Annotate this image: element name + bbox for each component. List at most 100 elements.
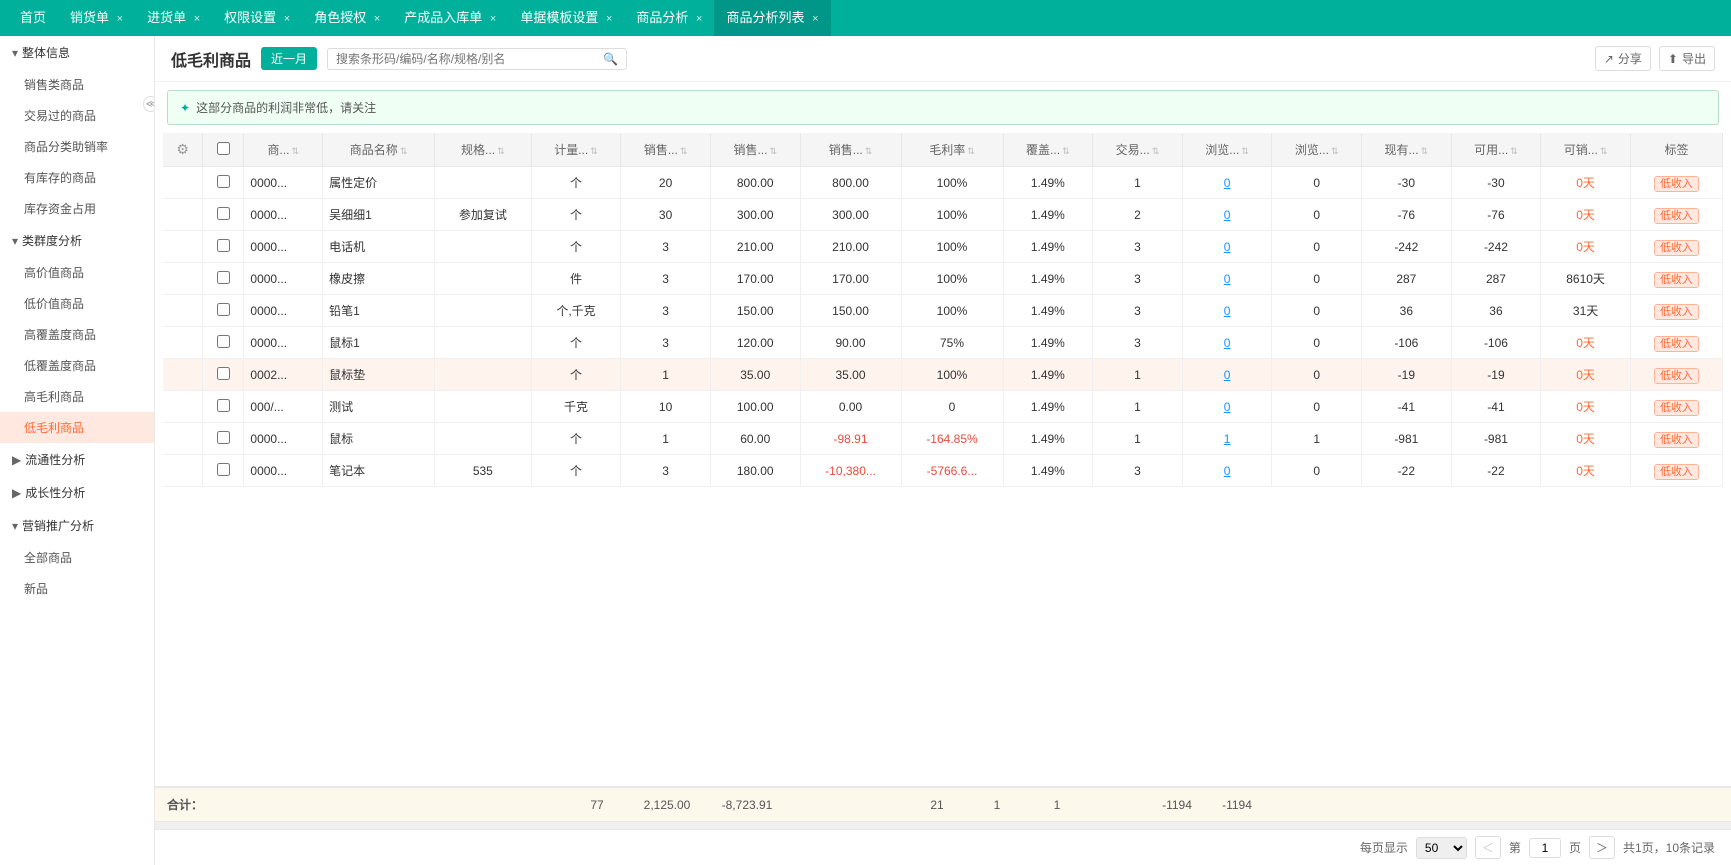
row-views1[interactable]: 0 <box>1182 263 1272 295</box>
col-gross-rate[interactable]: 毛利率⇅ <box>901 133 1003 167</box>
row-views1[interactable]: 0 <box>1182 455 1272 487</box>
nav-analysis-list[interactable]: 商品分析列表 × <box>714 0 830 36</box>
col-sales-amount[interactable]: 销售...⇅ <box>800 133 901 167</box>
sidebar-item-high-margin[interactable]: 高毛利商品 <box>0 381 154 412</box>
row-sales-qty: 3 <box>621 455 711 487</box>
col-name[interactable]: 商品名称⇅ <box>323 133 435 167</box>
col-code[interactable]: 商...⇅ <box>244 133 323 167</box>
row-checkbox[interactable] <box>203 263 244 295</box>
row-check-1[interactable] <box>217 207 230 220</box>
col-sales-qty[interactable]: 销售...⇅ <box>621 133 711 167</box>
row-views1[interactable]: 0 <box>1182 231 1272 263</box>
row-check-0[interactable] <box>217 175 230 188</box>
nav-templates-close[interactable]: × <box>606 13 612 25</box>
select-all-checkbox[interactable] <box>217 142 230 155</box>
nav-purchase[interactable]: 进货单 × <box>135 0 212 36</box>
sidebar-item-low-margin[interactable]: 低毛利商品 <box>0 412 154 443</box>
nav-sales[interactable]: 销货单 × <box>58 0 135 36</box>
sidebar-item-high-value[interactable]: 高价值商品 <box>0 257 154 288</box>
nav-permissions-close[interactable]: × <box>284 13 290 25</box>
settings-icon[interactable]: ⚙ <box>176 141 189 157</box>
scroll-bar[interactable] <box>155 821 1731 829</box>
col-spec[interactable]: 规格...⇅ <box>434 133 531 167</box>
search-input[interactable] <box>336 52 599 66</box>
sidebar-item-category-rate[interactable]: 商品分类助销率 <box>0 131 154 162</box>
sidebar-item-traded-goods[interactable]: 交易过的商品 <box>0 100 154 131</box>
col-views2[interactable]: 浏览...⇅ <box>1272 133 1362 167</box>
sidebar-group-circulation[interactable]: ▶ 流通性分析 <box>0 443 154 476</box>
row-checkbox[interactable] <box>203 167 244 199</box>
sidebar-item-low-coverage[interactable]: 低覆盖度商品 <box>0 350 154 381</box>
sidebar-item-stock-capital[interactable]: 库存资金占用 <box>0 193 154 224</box>
sidebar-item-all-goods[interactable]: 全部商品 <box>0 542 154 573</box>
row-checkbox[interactable] <box>203 327 244 359</box>
nav-analysis-close[interactable]: × <box>696 13 702 25</box>
sidebar-group-marketing[interactable]: ▾ 营销推广分析 <box>0 509 154 542</box>
nav-permissions[interactable]: 权限设置 × <box>212 0 302 36</box>
col-settings[interactable]: ⚙ <box>163 133 203 167</box>
col-coverage[interactable]: 覆盖...⇅ <box>1003 133 1093 167</box>
sidebar-item-low-value[interactable]: 低价值商品 <box>0 288 154 319</box>
row-checkbox[interactable] <box>203 359 244 391</box>
row-views1[interactable]: 0 <box>1182 327 1272 359</box>
nav-roles-close[interactable]: × <box>374 13 380 25</box>
sidebar-item-new-goods[interactable]: 新品 <box>0 573 154 604</box>
nav-analysis[interactable]: 商品分析 × <box>624 0 714 36</box>
row-check-7[interactable] <box>217 399 230 412</box>
row-check-4[interactable] <box>217 303 230 316</box>
time-filter-button[interactable]: 近一月 <box>261 47 317 70</box>
sidebar-group-growth[interactable]: ▶ 成长性分析 <box>0 476 154 509</box>
nav-templates[interactable]: 单据模板设置 × <box>508 0 624 36</box>
row-views1[interactable]: 0 <box>1182 167 1272 199</box>
page-number-input[interactable] <box>1529 838 1561 858</box>
nav-roles[interactable]: 角色授权 × <box>302 0 392 36</box>
row-checkbox[interactable] <box>203 295 244 327</box>
nav-products[interactable]: 产成品入库单 × <box>392 0 508 36</box>
row-check-2[interactable] <box>217 239 230 252</box>
row-views1[interactable]: 0 <box>1182 295 1272 327</box>
col-unit[interactable]: 计量...⇅ <box>531 133 621 167</box>
sidebar-item-high-coverage[interactable]: 高覆盖度商品 <box>0 319 154 350</box>
col-views1[interactable]: 浏览...⇅ <box>1182 133 1272 167</box>
sidebar-item-stock-goods[interactable]: 有库存的商品 <box>0 162 154 193</box>
export-button[interactable]: ⬆ 导出 <box>1659 46 1715 71</box>
row-checkbox[interactable] <box>203 455 244 487</box>
sidebar-group-cluster[interactable]: ▾ 类群度分析 <box>0 224 154 257</box>
nav-sales-close[interactable]: × <box>117 13 123 25</box>
row-check-6[interactable] <box>217 367 230 380</box>
row-checkbox[interactable] <box>203 391 244 423</box>
sidebar-item-sales-goods[interactable]: 销售类商品 <box>0 69 154 100</box>
row-name: 笔记本 <box>323 455 435 487</box>
row-views1[interactable]: 0 <box>1182 359 1272 391</box>
row-check-8[interactable] <box>217 431 230 444</box>
page-size-select[interactable]: 50 100 200 <box>1416 837 1467 859</box>
col-current[interactable]: 现有...⇅ <box>1362 133 1452 167</box>
sidebar-collapse-btn[interactable]: ≪ <box>143 96 155 112</box>
row-views1[interactable]: 1 <box>1182 423 1272 455</box>
col-checkbox[interactable] <box>203 133 244 167</box>
row-checkbox[interactable] <box>203 199 244 231</box>
row-views1[interactable]: 0 <box>1182 199 1272 231</box>
nav-analysis-list-close[interactable]: × <box>812 13 818 25</box>
col-deal[interactable]: 交易...⇅ <box>1093 133 1183 167</box>
search-icon[interactable]: 🔍 <box>603 52 618 66</box>
col-sales-price[interactable]: 销售...⇅ <box>710 133 800 167</box>
row-checkbox[interactable] <box>203 423 244 455</box>
sidebar-group-overall[interactable]: ▾ 整体信息 <box>0 36 154 69</box>
row-sellable: 0天 <box>1541 199 1631 231</box>
row-views1[interactable]: 0 <box>1182 391 1272 423</box>
nav-products-close[interactable]: × <box>490 13 496 25</box>
col-available[interactable]: 可用...⇅ <box>1451 133 1541 167</box>
nav-home[interactable]: 首页 <box>8 0 58 36</box>
next-page-button[interactable]: ＞ <box>1589 836 1615 859</box>
prev-page-button[interactable]: ＜ <box>1475 836 1501 859</box>
row-checkbox[interactable] <box>203 231 244 263</box>
nav-purchase-close[interactable]: × <box>194 13 200 25</box>
row-check-5[interactable] <box>217 335 230 348</box>
col-tag[interactable]: 标签 <box>1630 133 1722 167</box>
sort-icon-unit: ⇅ <box>590 146 598 156</box>
row-check-9[interactable] <box>217 463 230 476</box>
col-sellable[interactable]: 可销...⇅ <box>1541 133 1631 167</box>
row-check-3[interactable] <box>217 271 230 284</box>
share-button[interactable]: ↗ 分享 <box>1595 46 1651 71</box>
